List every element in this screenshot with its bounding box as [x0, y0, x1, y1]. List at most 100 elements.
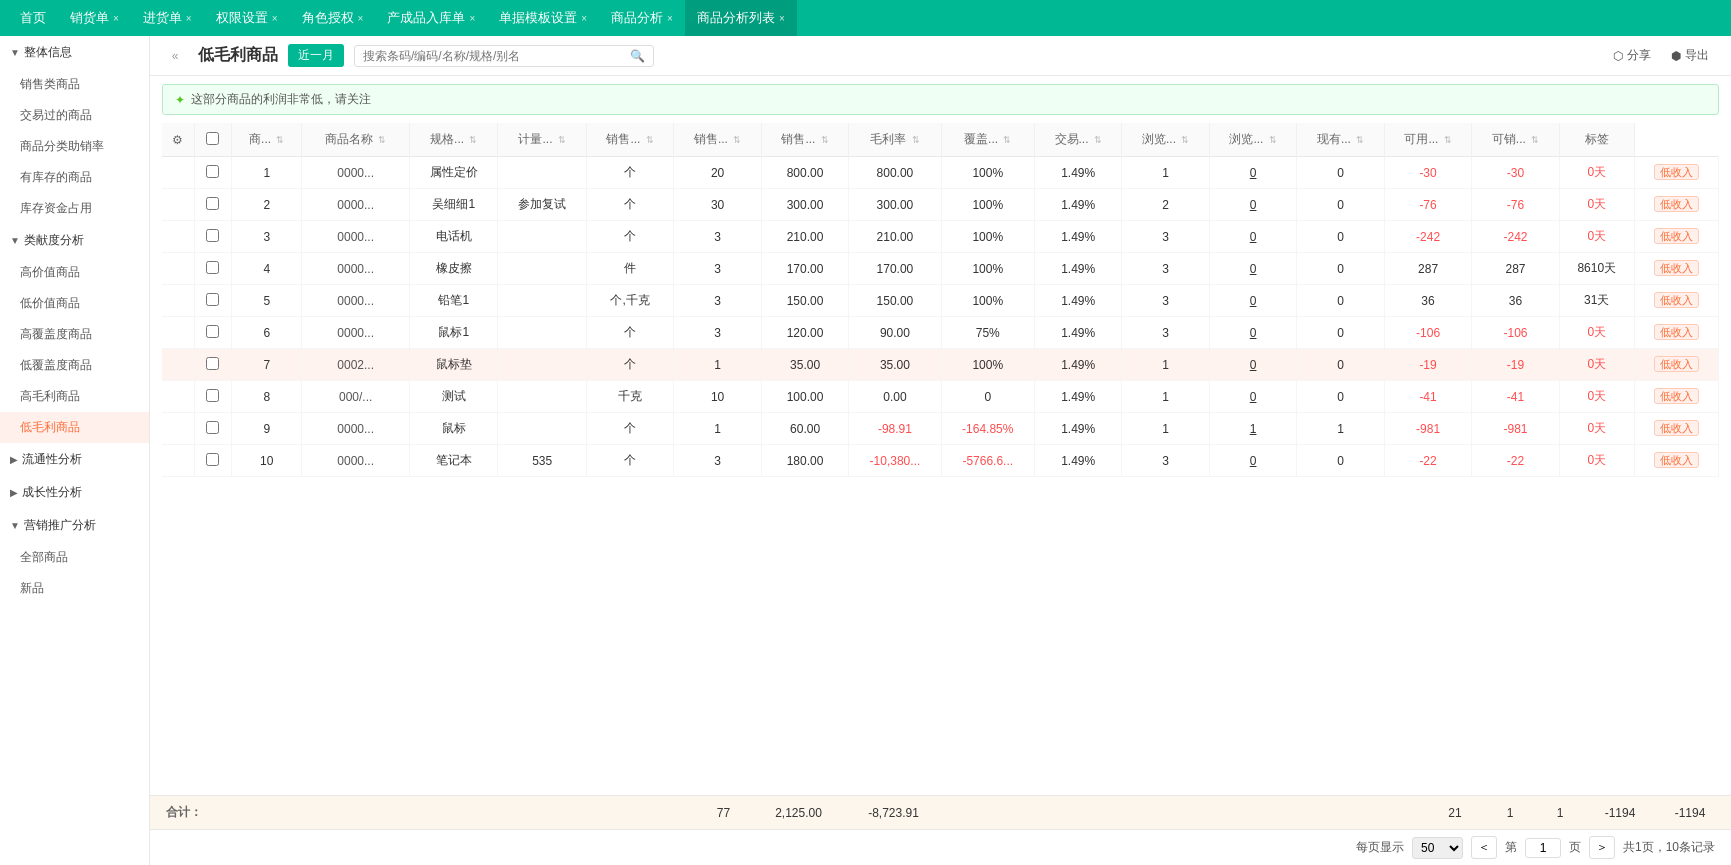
sidebar-group-overall[interactable]: ▼ 整体信息	[0, 36, 149, 69]
sidebar-group-growth[interactable]: ▶ 成长性分析	[0, 476, 149, 509]
column-sellable[interactable]: 可销... ⇅	[1472, 123, 1559, 157]
column-gross-margin[interactable]: 毛利率 ⇅	[849, 123, 941, 157]
nav-purchase-order[interactable]: 进货单 ×	[131, 0, 204, 36]
column-spec[interactable]: 规格... ⇅	[410, 123, 498, 157]
column-unit[interactable]: 计量... ⇅	[498, 123, 586, 157]
row-checkbox[interactable]	[194, 349, 232, 381]
column-sales-amount[interactable]: 销售... ⇅	[761, 123, 848, 157]
close-icon[interactable]: ×	[358, 13, 364, 24]
row-checkbox[interactable]	[194, 317, 232, 349]
nav-permission[interactable]: 权限设置 ×	[204, 0, 290, 36]
next-page-button[interactable]: ＞	[1589, 836, 1615, 859]
sidebar-item-low-coverage[interactable]: 低覆盖度商品	[0, 350, 149, 381]
sidebar-item-traded-goods[interactable]: 交易过的商品	[0, 100, 149, 131]
column-current-stock[interactable]: 现有... ⇅	[1297, 123, 1384, 157]
row-checkbox[interactable]	[194, 285, 232, 317]
sidebar-item-stock-capital[interactable]: 库存资金占用	[0, 193, 149, 224]
export-button[interactable]: ⬢ 导出	[1665, 44, 1715, 67]
row-views1[interactable]: 0	[1209, 445, 1296, 477]
sidebar-item-sales-goods[interactable]: 销售类商品	[0, 69, 149, 100]
column-transaction[interactable]: 交易... ⇅	[1034, 123, 1121, 157]
nav-product-analysis-list[interactable]: 商品分析列表 ×	[685, 0, 797, 36]
footer-sales-amount: -8,723.91	[854, 806, 934, 820]
nav-role-auth[interactable]: 角色授权 ×	[290, 0, 376, 36]
row-sales-qty: 3	[674, 285, 761, 317]
row-views1[interactable]: 0	[1209, 221, 1296, 253]
row-views1[interactable]: 0	[1209, 285, 1296, 317]
close-icon[interactable]: ×	[469, 13, 475, 24]
close-icon[interactable]: ×	[272, 13, 278, 24]
row-spec	[498, 349, 586, 381]
sidebar-item-all-goods[interactable]: 全部商品	[0, 542, 149, 573]
close-icon[interactable]: ×	[667, 13, 673, 24]
column-sales-qty[interactable]: 销售... ⇅	[586, 123, 673, 157]
nav-template-settings[interactable]: 单据模板设置 ×	[487, 0, 599, 36]
nav-product-entry[interactable]: 产成品入库单 ×	[375, 0, 487, 36]
sidebar-group-liquidity[interactable]: ▶ 流通性分析	[0, 443, 149, 476]
column-views1[interactable]: 浏览... ⇅	[1122, 123, 1209, 157]
search-icon[interactable]: 🔍	[630, 49, 645, 63]
column-name[interactable]: 商品名称 ⇅	[302, 123, 410, 157]
row-checkbox[interactable]	[194, 253, 232, 285]
sidebar-group-contribution[interactable]: ▼ 类献度分析	[0, 224, 149, 257]
sidebar-item-low-margin[interactable]: 低毛利商品	[0, 412, 149, 443]
row-views1[interactable]: 1	[1209, 413, 1296, 445]
product-table: ⚙ 商... ⇅ 商品名称 ⇅ 规格... ⇅ 计量... ⇅ 销售... ⇅ …	[162, 123, 1719, 477]
row-current-stock: -22	[1384, 445, 1471, 477]
row-views2: 1	[1297, 413, 1384, 445]
nav-sales-order[interactable]: 销货单 ×	[58, 0, 131, 36]
row-views1[interactable]: 0	[1209, 189, 1296, 221]
column-tag[interactable]: 标签	[1559, 123, 1634, 157]
row-current-stock: -41	[1384, 381, 1471, 413]
sidebar-item-high-margin[interactable]: 高毛利商品	[0, 381, 149, 412]
row-checkbox[interactable]	[194, 157, 232, 189]
row-product-code: 0000...	[302, 157, 410, 189]
page-size-select[interactable]: 50 100 200	[1412, 837, 1463, 859]
prev-page-button[interactable]: ＜	[1471, 836, 1497, 859]
sidebar-item-high-coverage[interactable]: 高覆盖度商品	[0, 319, 149, 350]
column-available[interactable]: 可用... ⇅	[1384, 123, 1471, 157]
sidebar-item-category-rate[interactable]: 商品分类助销率	[0, 131, 149, 162]
column-sales-price[interactable]: 销售... ⇅	[674, 123, 761, 157]
search-input[interactable]	[363, 49, 626, 63]
table-row: 7 0002... 鼠标垫 个 1 35.00 35.00 100% 1.49%…	[162, 349, 1719, 381]
filter-button[interactable]: 近一月	[288, 44, 344, 67]
close-icon[interactable]: ×	[113, 13, 119, 24]
row-checkbox[interactable]	[194, 413, 232, 445]
row-sellable: 0天	[1559, 189, 1634, 221]
close-icon[interactable]: ×	[581, 13, 587, 24]
row-views1[interactable]: 0	[1209, 317, 1296, 349]
row-checkbox[interactable]	[194, 445, 232, 477]
column-views2[interactable]: 浏览... ⇅	[1209, 123, 1296, 157]
column-code[interactable]: 商... ⇅	[232, 123, 302, 157]
row-checkbox[interactable]	[194, 189, 232, 221]
sidebar-group-marketing[interactable]: ▼ 营销推广分析	[0, 509, 149, 542]
row-views1[interactable]: 0	[1209, 381, 1296, 413]
row-views1[interactable]: 0	[1209, 349, 1296, 381]
close-icon[interactable]: ×	[186, 13, 192, 24]
sidebar-item-new-goods[interactable]: 新品	[0, 573, 149, 604]
row-checkbox[interactable]	[194, 221, 232, 253]
sidebar-item-high-value[interactable]: 高价值商品	[0, 257, 149, 288]
column-checkbox[interactable]	[194, 123, 232, 157]
row-sales-qty: 30	[674, 189, 761, 221]
share-button[interactable]: ⬡ 分享	[1607, 44, 1657, 67]
tag-badge: 低收入	[1654, 292, 1699, 308]
close-icon[interactable]: ×	[779, 13, 785, 24]
collapse-sidebar-button[interactable]: «	[166, 49, 184, 63]
current-page-input[interactable]	[1525, 838, 1561, 858]
sidebar-item-stock-goods[interactable]: 有库存的商品	[0, 162, 149, 193]
column-settings[interactable]: ⚙	[162, 123, 194, 157]
nav-home[interactable]: 首页	[8, 0, 58, 36]
nav-product-analysis[interactable]: 商品分析 ×	[599, 0, 685, 36]
row-views1[interactable]: 0	[1209, 253, 1296, 285]
chevron-right-icon: ▶	[10, 454, 18, 465]
row-sales-amount: 150.00	[849, 285, 941, 317]
row-views1[interactable]: 0	[1209, 157, 1296, 189]
column-coverage[interactable]: 覆盖... ⇅	[941, 123, 1034, 157]
sidebar-item-low-value[interactable]: 低价值商品	[0, 288, 149, 319]
select-all-checkbox[interactable]	[206, 132, 219, 145]
row-available: 287	[1472, 253, 1559, 285]
row-checkbox[interactable]	[194, 381, 232, 413]
row-name: 电话机	[410, 221, 498, 253]
